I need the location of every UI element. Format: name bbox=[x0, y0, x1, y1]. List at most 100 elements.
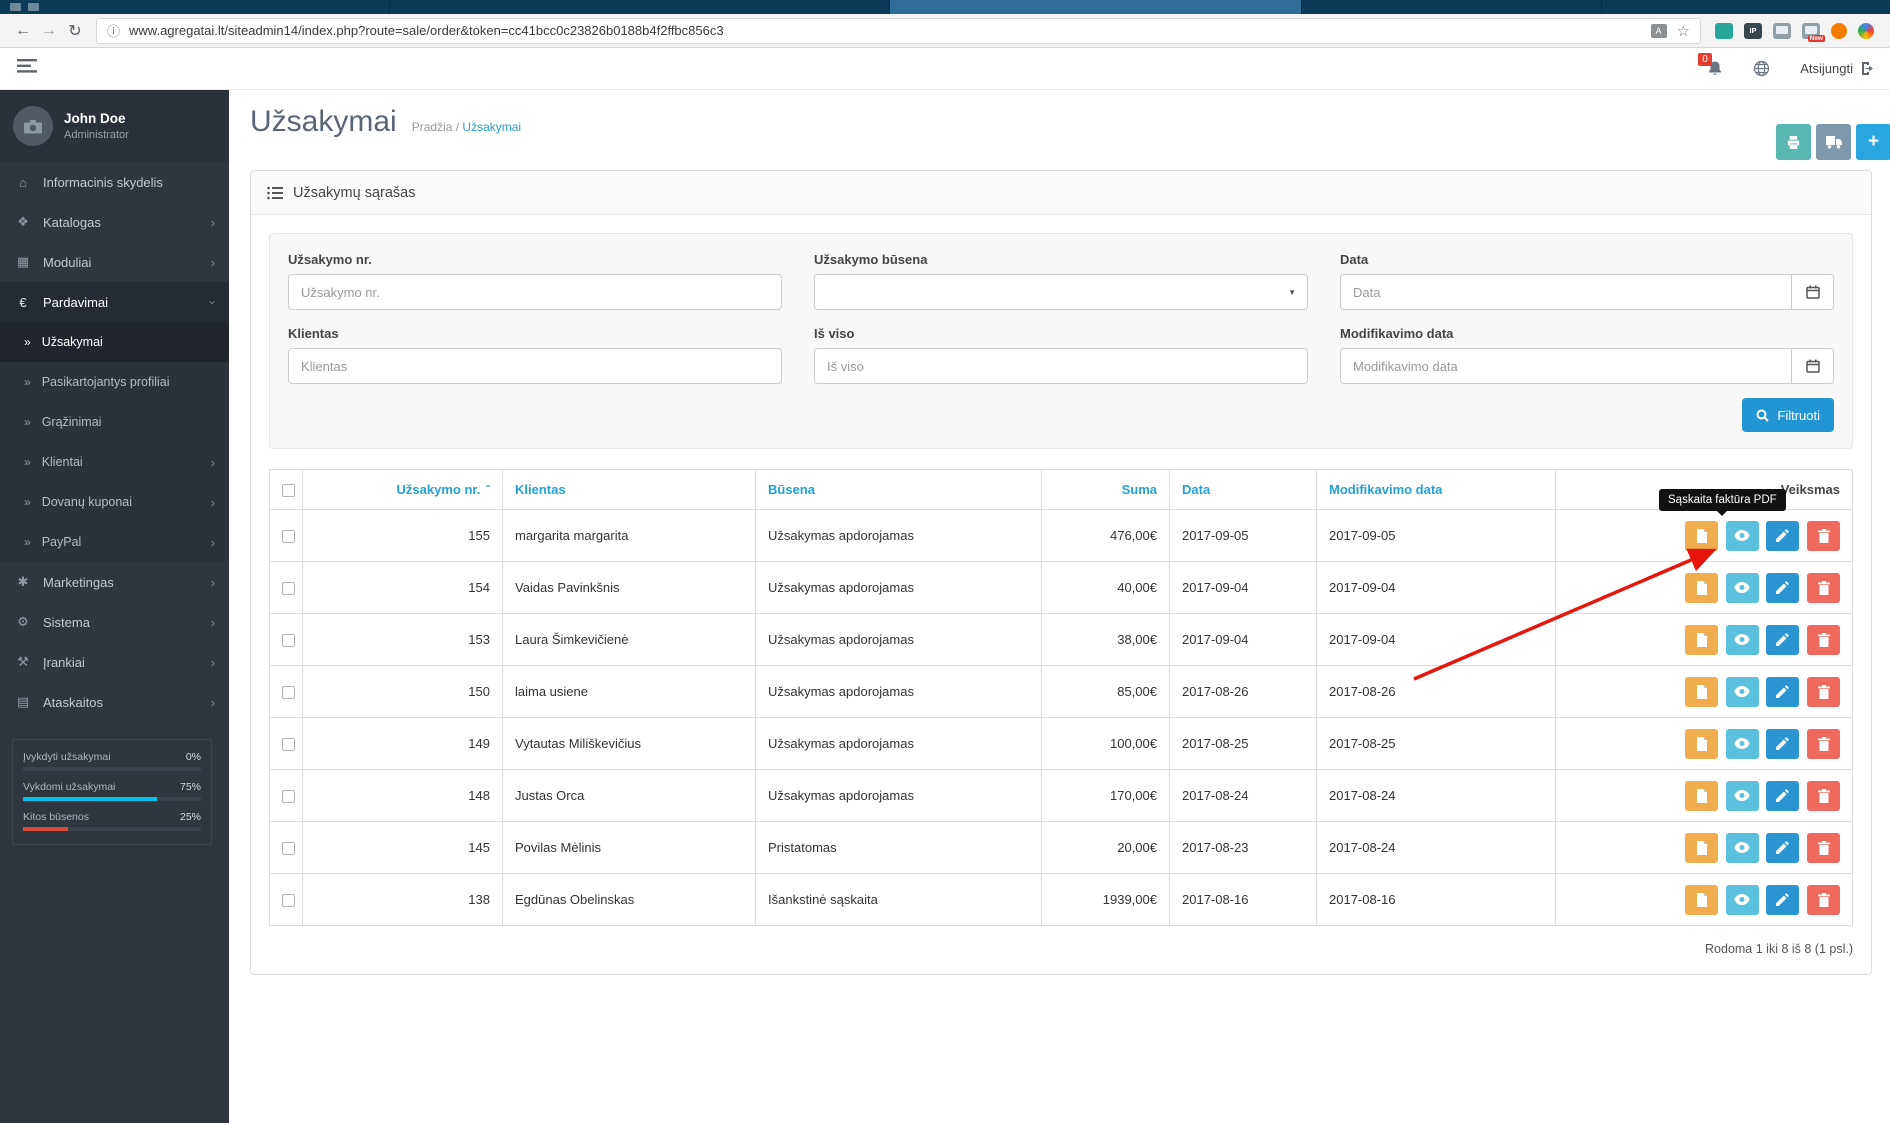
sidebar-item-marketing[interactable]: ✱ Marketingas › bbox=[0, 562, 229, 602]
row-checkbox[interactable] bbox=[282, 894, 295, 908]
select-all-checkbox[interactable] bbox=[282, 484, 295, 498]
view-order-button[interactable] bbox=[1725, 832, 1759, 863]
print-shipping-list-button[interactable] bbox=[1816, 124, 1851, 160]
invoice-pdf-button[interactable] bbox=[1685, 832, 1719, 863]
notifications-button[interactable]: 0 bbox=[1692, 48, 1738, 89]
edit-order-button[interactable] bbox=[1766, 572, 1800, 603]
filter-order-nr-input[interactable] bbox=[288, 274, 782, 310]
delete-order-button[interactable] bbox=[1807, 780, 1840, 811]
edit-order-button[interactable] bbox=[1766, 780, 1800, 811]
sidebar-item-orders[interactable]: » Užsakymai bbox=[0, 322, 229, 362]
sidebar-item-modules[interactable]: ▦ Moduliai › bbox=[0, 242, 229, 282]
translate-icon[interactable]: A bbox=[1650, 23, 1667, 38]
edit-order-button[interactable] bbox=[1766, 884, 1800, 915]
date-picker-button[interactable] bbox=[1792, 348, 1834, 384]
sort-order-nr-header[interactable]: Užsakymo nr. ˆ bbox=[302, 469, 503, 510]
view-order-button[interactable] bbox=[1725, 624, 1759, 655]
browser-tab[interactable] bbox=[390, 0, 890, 14]
monitor-extension-icon[interactable] bbox=[1773, 22, 1791, 39]
delete-order-button[interactable] bbox=[1807, 884, 1840, 915]
browser-tab[interactable] bbox=[1302, 0, 1602, 14]
sidebar-item-catalog[interactable]: ❖ Katalogas › bbox=[0, 202, 229, 242]
screencast-extension-icon[interactable]: New bbox=[1802, 22, 1825, 42]
sidebar-item-system[interactable]: ⚙ Sistema › bbox=[0, 602, 229, 642]
filter-date-input[interactable] bbox=[1340, 274, 1792, 310]
delete-order-button[interactable] bbox=[1807, 572, 1840, 603]
row-checkbox[interactable] bbox=[282, 634, 295, 648]
view-order-button[interactable] bbox=[1725, 780, 1759, 811]
sort-customer-header[interactable]: Klientas bbox=[502, 469, 756, 510]
ip-extension-icon[interactable]: IP bbox=[1744, 22, 1762, 39]
browser-tab[interactable] bbox=[1602, 0, 1890, 14]
sidebar-item-sales[interactable]: € Pardavimai › bbox=[0, 282, 229, 322]
url-text[interactable]: www.agregatai.lt/siteadmin14/index.php?r… bbox=[129, 23, 1651, 38]
avatar[interactable] bbox=[13, 106, 53, 146]
sidebar-item-recurring-profiles[interactable]: » Pasikartojantys profiliai bbox=[0, 362, 229, 402]
edit-order-button[interactable] bbox=[1766, 832, 1800, 863]
status-cell: Užsakymas apdorojamas bbox=[755, 613, 1042, 666]
edit-order-button[interactable] bbox=[1766, 520, 1800, 551]
row-checkbox[interactable] bbox=[282, 530, 295, 544]
sidebar-item-tools[interactable]: ⚒ Įrankiai › bbox=[0, 642, 229, 682]
sort-date-modified-header[interactable]: Modifikavimo data bbox=[1316, 469, 1556, 510]
browser-tab[interactable] bbox=[90, 0, 390, 14]
reload-icon[interactable]: ↻ bbox=[62, 21, 88, 41]
breadcrumb-home[interactable]: Pradžia bbox=[412, 120, 453, 134]
row-checkbox[interactable] bbox=[282, 686, 295, 700]
sort-total-header[interactable]: Suma bbox=[1041, 469, 1170, 510]
delete-order-button[interactable] bbox=[1807, 728, 1840, 759]
delete-order-button[interactable] bbox=[1807, 624, 1840, 655]
sidebar-item-paypal[interactable]: » PayPal › bbox=[0, 522, 229, 562]
sidebar-item-dashboard[interactable]: ⌂ Informacinis skydelis bbox=[0, 162, 229, 202]
sidebar-toggle-icon[interactable] bbox=[17, 59, 37, 78]
invoice-pdf-button[interactable] bbox=[1685, 520, 1719, 551]
sidebar-item-customers[interactable]: » Klientai › bbox=[0, 442, 229, 482]
invoice-pdf-button[interactable] bbox=[1685, 728, 1719, 759]
bookmark-star-icon[interactable]: ☆ bbox=[1677, 22, 1690, 40]
invoice-pdf-button[interactable] bbox=[1685, 884, 1719, 915]
page-info-icon[interactable]: ⓘ bbox=[107, 21, 120, 40]
print-invoice-button[interactable] bbox=[1776, 124, 1811, 160]
delete-order-button[interactable] bbox=[1807, 676, 1840, 707]
row-checkbox[interactable] bbox=[282, 738, 295, 752]
delete-order-button[interactable] bbox=[1807, 520, 1840, 551]
delete-order-button[interactable] bbox=[1807, 832, 1840, 863]
filter-customer-input[interactable] bbox=[288, 348, 782, 384]
view-order-button[interactable] bbox=[1725, 728, 1759, 759]
view-order-button[interactable] bbox=[1725, 884, 1759, 915]
colorpicker-extension-icon[interactable] bbox=[1715, 22, 1733, 39]
forward-icon[interactable]: → bbox=[36, 22, 62, 40]
sort-date-added-header[interactable]: Data bbox=[1169, 469, 1317, 510]
view-order-button[interactable] bbox=[1725, 572, 1759, 603]
date-picker-button[interactable] bbox=[1792, 274, 1834, 310]
store-front-button[interactable] bbox=[1738, 48, 1785, 89]
sidebar-item-reports[interactable]: ▤ Ataskaitos › bbox=[0, 682, 229, 722]
view-order-button[interactable] bbox=[1725, 520, 1759, 551]
filter-total-input[interactable] bbox=[814, 348, 1308, 384]
orange-extension-icon[interactable] bbox=[1831, 22, 1847, 39]
invoice-pdf-button[interactable] bbox=[1685, 780, 1719, 811]
filter-date-modified-input[interactable] bbox=[1340, 348, 1792, 384]
edit-order-button[interactable] bbox=[1766, 728, 1800, 759]
filter-status-select[interactable] bbox=[814, 274, 1308, 310]
address-bar[interactable]: ⓘ www.agregatai.lt/siteadmin14/index.php… bbox=[96, 17, 1701, 44]
edit-order-button[interactable] bbox=[1766, 624, 1800, 655]
row-checkbox[interactable] bbox=[282, 582, 295, 596]
sidebar-item-returns[interactable]: » Grąžinimai bbox=[0, 402, 229, 442]
invoice-pdf-button[interactable] bbox=[1685, 572, 1719, 603]
sidebar-item-gift-vouchers[interactable]: » Dovanų kuponai › bbox=[0, 482, 229, 522]
browser-tab-active[interactable] bbox=[890, 0, 1302, 14]
add-order-button[interactable]: + bbox=[1856, 124, 1890, 160]
invoice-pdf-button[interactable] bbox=[1685, 624, 1719, 655]
edit-order-button[interactable] bbox=[1766, 676, 1800, 707]
profile-icon[interactable] bbox=[1858, 22, 1874, 39]
back-icon[interactable]: ← bbox=[10, 22, 36, 40]
view-order-button[interactable] bbox=[1725, 676, 1759, 707]
breadcrumb-current[interactable]: Užsakymai bbox=[462, 120, 521, 134]
logout-button[interactable]: Atsijungti bbox=[1785, 48, 1890, 89]
invoice-pdf-button[interactable] bbox=[1685, 676, 1719, 707]
row-checkbox[interactable] bbox=[282, 790, 295, 804]
sort-status-header[interactable]: Būsena bbox=[755, 469, 1042, 510]
filter-button[interactable]: Filtruoti bbox=[1742, 398, 1834, 432]
row-checkbox[interactable] bbox=[282, 842, 295, 856]
